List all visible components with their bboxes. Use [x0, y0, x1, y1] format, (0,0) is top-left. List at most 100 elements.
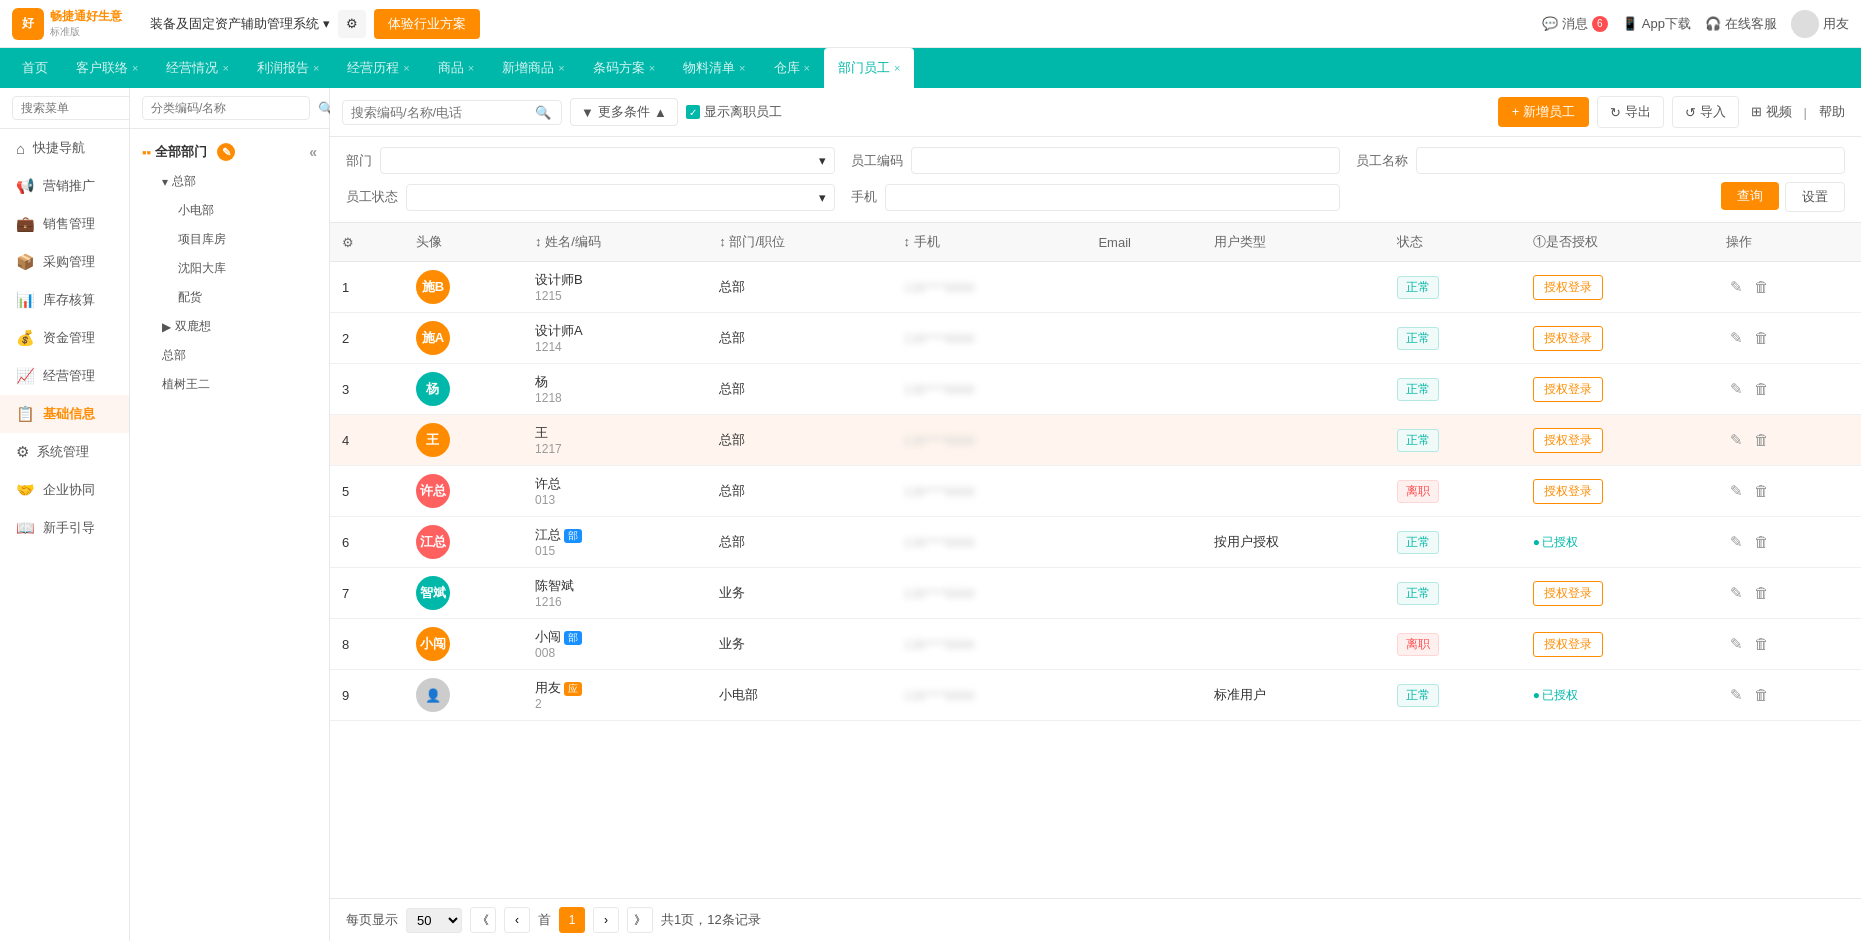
delete-btn[interactable]: 🗑	[1750, 276, 1773, 297]
sidebar-item-shortcut[interactable]: ⌂ 快捷导航	[0, 129, 129, 167]
dept-item-zhishu[interactable]: 植树王二	[150, 370, 329, 399]
edit-btn[interactable]: ✎	[1726, 480, 1747, 502]
tab-bom[interactable]: 物料清单 ×	[669, 48, 759, 88]
th-name[interactable]: ↕ 姓名/编码	[523, 223, 707, 262]
close-icon[interactable]: ×	[468, 62, 474, 74]
delete-btn[interactable]: 🗑	[1750, 429, 1773, 450]
dept-item-shenyangdaku[interactable]: 沈阳大库	[166, 254, 329, 283]
dept-item-shuanglu[interactable]: ▶ 双鹿想	[150, 312, 329, 341]
tab-warehouse[interactable]: 仓库 ×	[760, 48, 824, 88]
show-resign-toggle[interactable]: ✓ 显示离职员工	[686, 103, 782, 121]
tab-home[interactable]: 首页	[8, 48, 62, 88]
edit-btn[interactable]: ✎	[1726, 633, 1747, 655]
dept-item-xiangmukufang[interactable]: 项目库房	[166, 225, 329, 254]
tab-goods[interactable]: 商品 ×	[424, 48, 488, 88]
close-icon[interactable]: ×	[222, 62, 228, 74]
edit-btn[interactable]: ✎	[1726, 582, 1747, 604]
th-dept[interactable]: ↕ 部门/职位	[707, 223, 891, 262]
sidebar-item-collab[interactable]: 🤝 企业协同	[0, 471, 129, 509]
edit-btn[interactable]: ✎	[1726, 531, 1747, 553]
th-phone[interactable]: ↕ 手机	[892, 223, 1087, 262]
close-icon[interactable]: ×	[558, 62, 564, 74]
tab-customer[interactable]: 客户联络 ×	[62, 48, 152, 88]
delete-btn[interactable]: 🗑	[1750, 531, 1773, 552]
delete-btn[interactable]: 🗑	[1750, 378, 1773, 399]
export-btn[interactable]: ↻ 导出	[1597, 96, 1664, 128]
emp-name-input[interactable]	[1416, 147, 1845, 174]
delete-btn[interactable]: 🗑	[1750, 327, 1773, 348]
tab-add-goods[interactable]: 新增商品 ×	[488, 48, 578, 88]
sidebar-item-purchase[interactable]: 📦 采购管理	[0, 243, 129, 281]
edit-btn[interactable]: ✎	[1726, 276, 1747, 298]
auth-btn[interactable]: 授权登录	[1533, 326, 1603, 351]
close-icon[interactable]: ×	[804, 62, 810, 74]
close-icon[interactable]: ×	[894, 62, 900, 74]
import-btn[interactable]: ↺ 导入	[1672, 96, 1739, 128]
auth-btn[interactable]: 授权登录	[1533, 377, 1603, 402]
sidebar-search-input[interactable]	[12, 96, 130, 120]
sidebar-item-guide[interactable]: 📖 新手引导	[0, 509, 129, 547]
set-btn[interactable]: 设置	[1785, 182, 1845, 212]
prev-page-btn[interactable]: ‹	[504, 907, 530, 933]
dept-item-xiaodianbu[interactable]: 小电部	[166, 196, 329, 225]
edit-btn[interactable]: ✎	[1726, 684, 1747, 706]
tab-employee[interactable]: 部门员工 ×	[824, 48, 914, 88]
emp-code-input[interactable]	[911, 147, 1340, 174]
message-btn[interactable]: 💬 消息 6	[1542, 15, 1608, 33]
dept-item-peihuo[interactable]: 配货	[166, 283, 329, 312]
add-employee-btn[interactable]: + 新增员工	[1498, 97, 1589, 127]
auth-btn[interactable]: 授权登录	[1533, 479, 1603, 504]
next-page-btn[interactable]: ›	[593, 907, 619, 933]
sidebar-item-sales[interactable]: 💼 销售管理	[0, 205, 129, 243]
dept-select[interactable]: ▾	[380, 147, 835, 174]
sidebar-item-finance[interactable]: 💰 资金管理	[0, 319, 129, 357]
all-dept-header[interactable]: ▪▪ 全部部门 ✎ «	[130, 137, 329, 167]
toolbar-search-icon[interactable]: 🔍	[535, 105, 551, 120]
edit-btn[interactable]: ✎	[1726, 429, 1747, 451]
tab-barcode[interactable]: 条码方案 ×	[579, 48, 669, 88]
first-page-btn[interactable]: 《	[470, 907, 496, 933]
tab-profit[interactable]: 利润报告 ×	[243, 48, 333, 88]
auth-btn[interactable]: 授权登录	[1533, 275, 1603, 300]
tab-history[interactable]: 经营历程 ×	[333, 48, 423, 88]
close-icon[interactable]: ×	[313, 62, 319, 74]
gear-icon[interactable]: ⚙	[338, 10, 366, 38]
page-1-btn[interactable]: 1	[559, 907, 585, 933]
status-select[interactable]: ▾	[406, 184, 835, 211]
per-page-select[interactable]: 50 20 100	[406, 908, 462, 933]
view-btn[interactable]: ⊞ 视频	[1747, 99, 1796, 125]
delete-btn[interactable]: 🗑	[1750, 582, 1773, 603]
edit-dept-icon[interactable]: ✎	[217, 143, 235, 161]
close-icon[interactable]: ×	[403, 62, 409, 74]
sidebar-item-marketing[interactable]: 📢 营销推广	[0, 167, 129, 205]
delete-btn[interactable]: 🗑	[1750, 684, 1773, 705]
user-menu[interactable]: 用友	[1791, 10, 1849, 38]
dept-item-zongbu2[interactable]: 总部	[150, 341, 329, 370]
close-icon[interactable]: ×	[132, 62, 138, 74]
delete-btn[interactable]: 🗑	[1750, 633, 1773, 654]
auth-btn[interactable]: 授权登录	[1533, 581, 1603, 606]
search-input[interactable]	[351, 105, 531, 120]
tab-operation[interactable]: 经营情况 ×	[152, 48, 242, 88]
th-settings[interactable]: ⚙	[330, 223, 404, 262]
sidebar-item-inventory[interactable]: 📊 库存核算	[0, 281, 129, 319]
edit-btn[interactable]: ✎	[1726, 327, 1747, 349]
auth-btn[interactable]: 授权登录	[1533, 632, 1603, 657]
sidebar-item-basic[interactable]: 📋 基础信息	[0, 395, 129, 433]
close-icon[interactable]: ×	[649, 62, 655, 74]
online-service-btn[interactable]: 🎧 在线客服	[1705, 15, 1777, 33]
edit-btn[interactable]: ✎	[1726, 378, 1747, 400]
dept-search-input[interactable]	[142, 96, 310, 120]
sidebar-item-business[interactable]: 📈 经营管理	[0, 357, 129, 395]
sidebar-item-system[interactable]: ⚙ 系统管理	[0, 433, 129, 471]
try-btn[interactable]: 体验行业方案	[374, 9, 480, 39]
more-conditions-btn[interactable]: ▼ 更多条件 ▲	[570, 98, 678, 126]
query-btn[interactable]: 查询	[1721, 182, 1779, 210]
dept-item-zongbu[interactable]: ▾ 总部	[150, 167, 329, 196]
collapse-icon[interactable]: «	[309, 144, 317, 160]
auth-btn[interactable]: 授权登录	[1533, 428, 1603, 453]
phone-input[interactable]	[885, 184, 1340, 211]
close-icon[interactable]: ×	[739, 62, 745, 74]
system-title[interactable]: 装备及固定资产辅助管理系统 ▾	[150, 15, 330, 33]
app-download-btn[interactable]: 📱 App下载	[1622, 15, 1691, 33]
